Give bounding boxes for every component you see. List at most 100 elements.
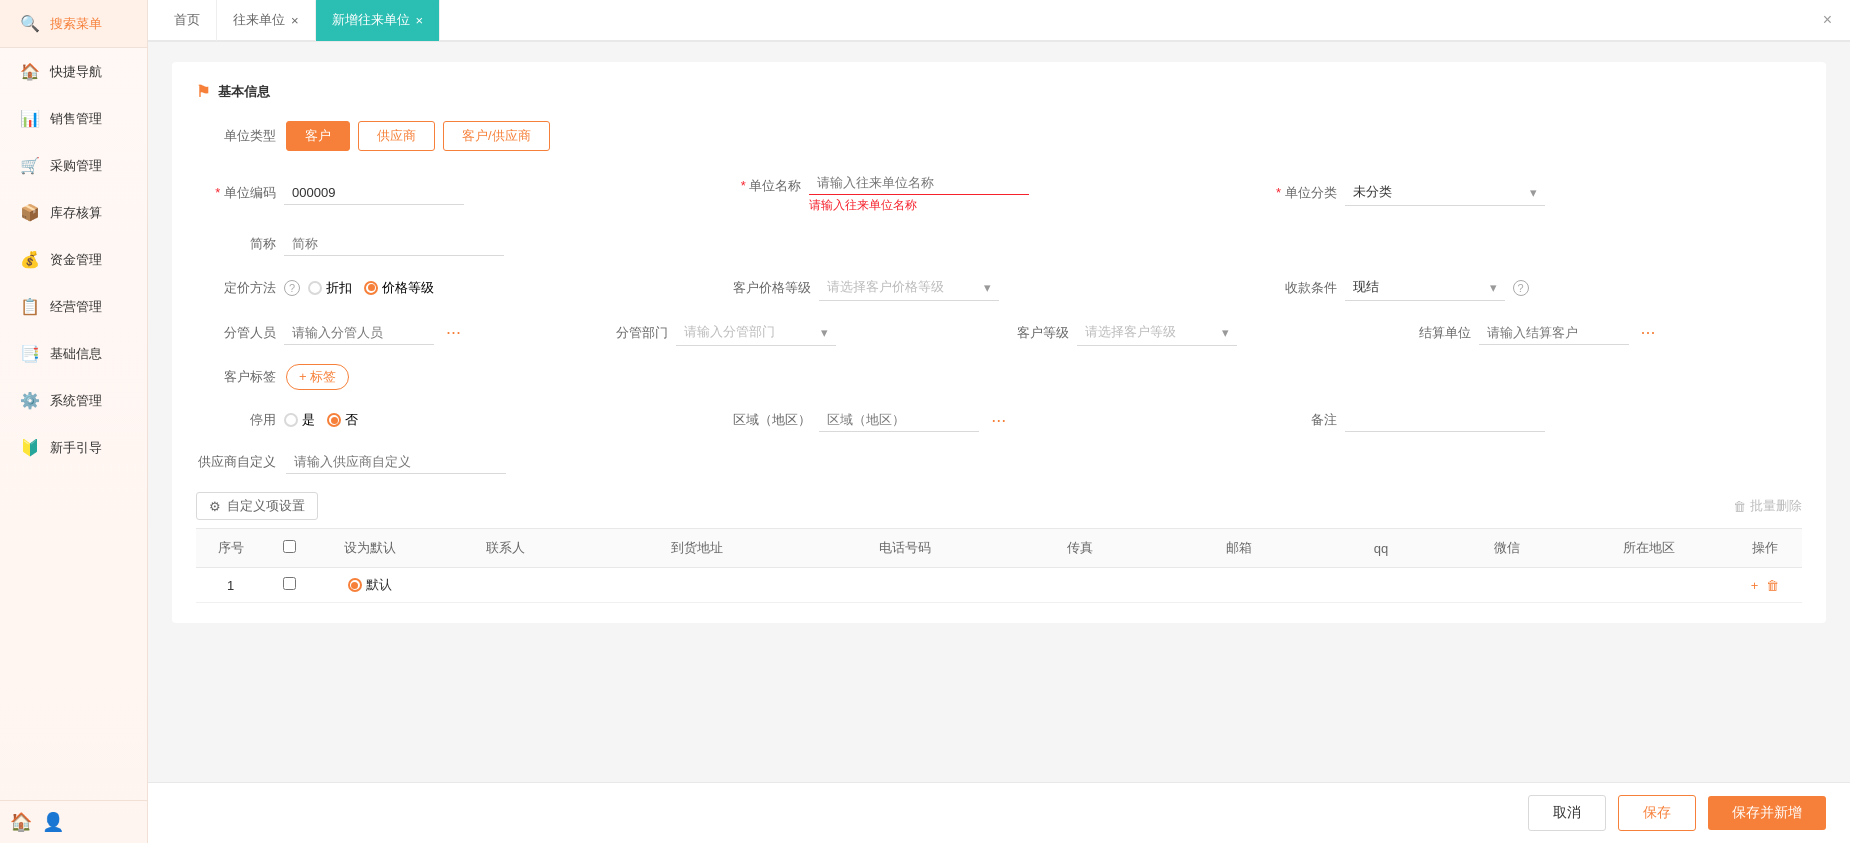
cell-address[interactable] [584, 568, 809, 603]
contact-table: 序号 设为默认 联系人 到货地址 电话号码 传真 邮箱 qq 微信 所在地区 操… [196, 528, 1802, 603]
sidebar-item-finance[interactable]: 💰 资金管理 [0, 236, 147, 283]
add-row-btn[interactable]: + [1751, 578, 1759, 593]
cell-phone[interactable] [809, 568, 1001, 603]
save-button[interactable]: 保存 [1618, 795, 1696, 831]
abbr-input[interactable] [284, 232, 504, 256]
add-tag-btn[interactable]: + 标签 [286, 364, 349, 390]
delete-row-btn[interactable]: 🗑 [1766, 578, 1779, 593]
region-input[interactable] [819, 408, 979, 432]
manager-more-btn[interactable]: ··· [442, 322, 465, 343]
cell-contact[interactable] [426, 568, 585, 603]
search-icon: 🔍 [20, 14, 40, 33]
save-add-button[interactable]: 保存并新增 [1708, 796, 1826, 830]
region-more-btn[interactable]: ··· [987, 410, 1010, 431]
disabled-no-radio[interactable]: 否 [327, 411, 358, 429]
email-input[interactable] [1199, 578, 1279, 593]
contact-input[interactable] [465, 578, 545, 593]
unit-name-label: 单位名称 [731, 171, 801, 195]
sidebar-item-label: 新手引导 [50, 439, 102, 457]
tab-counterparty[interactable]: 往来单位 × [217, 0, 316, 41]
fax-input[interactable] [1040, 578, 1120, 593]
wechat-input[interactable] [1477, 578, 1537, 593]
customer-price-dropdown[interactable]: 请选择客户价格等级 ▾ [819, 274, 999, 301]
payment-help-icon[interactable]: ? [1513, 280, 1529, 296]
pricing-radio-group: 折扣 价格等级 [308, 279, 434, 297]
row-pricing: 定价方法 ? 折扣 价格等级 客户价格等级 [196, 274, 1802, 301]
cell-seq: 1 [196, 568, 265, 603]
manager-input[interactable] [284, 321, 434, 345]
settlement-more-btn[interactable]: ··· [1637, 322, 1660, 343]
pricing-help-icon[interactable]: ? [284, 280, 300, 296]
manager-field: 分管人员 ··· [196, 321, 598, 345]
sidebar-item-inventory[interactable]: 📦 库存核算 [0, 189, 147, 236]
unit-type-customer[interactable]: 客户 [286, 121, 350, 151]
tab-new-counterparty-close[interactable]: × [416, 13, 424, 28]
sidebar-item-sales[interactable]: 📊 销售管理 [0, 95, 147, 142]
sidebar-item-label: 销售管理 [50, 110, 102, 128]
search-menu[interactable]: 🔍 搜索菜单 [0, 0, 147, 48]
cell-checkbox [265, 568, 313, 603]
purchase-icon: 🛒 [20, 156, 40, 175]
sidebar-item-guide[interactable]: 🔰 新手引导 [0, 424, 147, 471]
batch-delete[interactable]: 🗑 批量删除 [1733, 497, 1802, 515]
tab-counterparty-close[interactable]: × [291, 13, 299, 28]
tab-new-counterparty[interactable]: 新增往来单位 × [316, 0, 441, 41]
custom-settings-btn[interactable]: ⚙ 自定义项设置 [196, 492, 318, 520]
default-radio[interactable] [348, 578, 362, 592]
remark-input[interactable] [1345, 408, 1545, 432]
pricing-label: 定价方法 [196, 279, 276, 297]
pricing-field: 定价方法 ? 折扣 价格等级 [196, 274, 731, 301]
phone-input[interactable] [855, 578, 955, 593]
unit-category-dropdown[interactable]: 未分类 ▾ [1345, 179, 1545, 206]
cell-wechat[interactable] [1444, 568, 1570, 603]
area-input[interactable] [1609, 578, 1689, 593]
settlement-input[interactable] [1479, 321, 1629, 345]
pricing-grade-radio[interactable]: 价格等级 [364, 279, 434, 297]
sidebar-item-basic[interactable]: 📑 基础信息 [0, 330, 147, 377]
customer-price-label: 客户价格等级 [731, 279, 811, 297]
sidebar-item-label: 采购管理 [50, 157, 102, 175]
cell-qq[interactable] [1318, 568, 1444, 603]
customer-level-placeholder: 请选择客户等级 [1085, 323, 1176, 341]
tabbar-close-all[interactable]: × [1815, 11, 1840, 29]
unit-code-field: 单位编码 [196, 171, 731, 214]
qq-input[interactable] [1351, 578, 1411, 593]
customer-level-field: 客户等级 请选择客户等级 ▾ [999, 319, 1401, 346]
tab-home[interactable]: 首页 [158, 0, 217, 41]
cell-area[interactable] [1570, 568, 1729, 603]
grade-circle [364, 281, 378, 295]
disabled-yes-radio[interactable]: 是 [284, 411, 315, 429]
dept-dropdown[interactable]: 请输入分管部门 ▾ [676, 319, 836, 346]
cell-fax[interactable] [1001, 568, 1160, 603]
finance-icon: 💰 [20, 250, 40, 269]
select-all-checkbox[interactable] [283, 540, 296, 553]
cell-default: 默认 [313, 568, 425, 603]
dropdown-arrow: ▾ [984, 280, 991, 295]
supplier-custom-input[interactable] [286, 450, 506, 474]
sidebar-item-purchase[interactable]: 🛒 采购管理 [0, 142, 147, 189]
sidebar-profile-icon[interactable]: 👤 [42, 811, 64, 833]
pricing-discount-radio[interactable]: 折扣 [308, 279, 352, 297]
cell-email[interactable] [1160, 568, 1319, 603]
col-fax: 传真 [1001, 529, 1160, 568]
sales-icon: 📊 [20, 109, 40, 128]
row-manager: 分管人员 ··· 分管部门 请输入分管部门 ▾ 客户等级 请选择客户等级 ▾ [196, 319, 1802, 346]
sidebar-home-icon[interactable]: 🏠 [10, 811, 32, 833]
sidebar-item-label: 快捷导航 [50, 63, 102, 81]
customer-level-dropdown[interactable]: 请选择客户等级 ▾ [1077, 319, 1237, 346]
col-action: 操作 [1728, 529, 1802, 568]
unit-type-both[interactable]: 客户/供应商 [443, 121, 550, 151]
sidebar-item-quick-nav[interactable]: 🏠 快捷导航 [0, 48, 147, 95]
unit-code-input[interactable] [284, 181, 464, 205]
row-checkbox[interactable] [283, 577, 296, 590]
address-input[interactable] [637, 578, 757, 593]
unit-type-group: 客户 供应商 客户/供应商 [286, 121, 550, 151]
payment-dropdown[interactable]: 现结 ▾ [1345, 274, 1505, 301]
batch-delete-icon: 🗑 [1733, 499, 1746, 514]
sidebar-item-operations[interactable]: 📋 经营管理 [0, 283, 147, 330]
search-label: 搜索菜单 [50, 15, 102, 33]
cancel-button[interactable]: 取消 [1528, 795, 1606, 831]
unit-type-supplier[interactable]: 供应商 [358, 121, 435, 151]
sidebar-item-system[interactable]: ⚙️ 系统管理 [0, 377, 147, 424]
unit-name-input[interactable] [809, 171, 1029, 195]
